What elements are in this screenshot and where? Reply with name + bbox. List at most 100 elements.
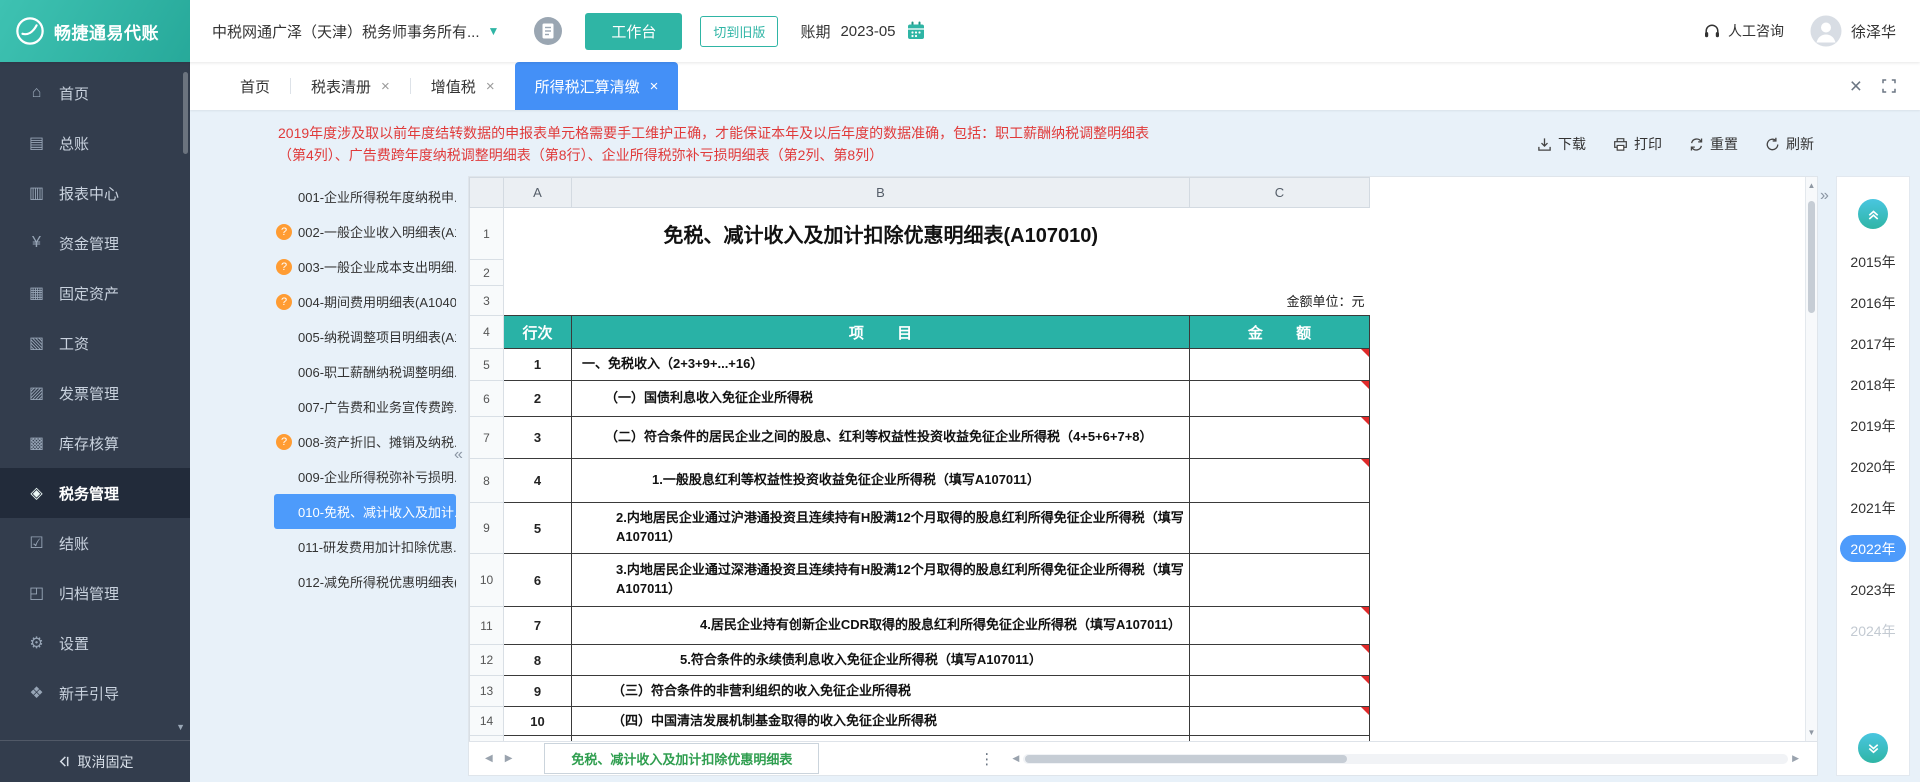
sidebar-scrollbar-thumb[interactable] [183, 72, 188, 154]
close-tab-icon[interactable]: × [486, 78, 495, 95]
sheet-toolbar: 下载 打印 重置 刷新 [1537, 134, 1814, 154]
help-icon[interactable]: ? [276, 433, 292, 450]
year-2017[interactable]: 2017年 [1850, 323, 1895, 364]
s idebar-item-settings[interactable]: ⚙ 设置 [0, 618, 190, 668]
memo-icon[interactable] [533, 16, 563, 46]
sidebar-item-payroll[interactable]: ▧ 工资 [0, 318, 190, 368]
year-2022[interactable]: 2022年 [1840, 535, 1906, 562]
close-icon[interactable]: × [1850, 76, 1862, 97]
sidebar-scroll-down-icon[interactable]: ▼ [176, 722, 185, 732]
scroll-years-up-button[interactable] [1858, 199, 1888, 229]
column-header: C [1189, 177, 1370, 208]
period-value[interactable]: 2023-05 [840, 23, 895, 40]
year-2024[interactable]: 2024年 [1850, 610, 1895, 651]
print-button[interactable]: 打印 [1613, 134, 1662, 154]
year-2023[interactable]: 2023年 [1850, 569, 1895, 610]
prev-sheet-button[interactable]: ◀ [479, 753, 499, 764]
help-icon[interactable]: ? [276, 293, 292, 310]
sheet-menu-icon[interactable]: ⋮ [979, 750, 994, 768]
year-2020[interactable]: 2020年 [1850, 446, 1895, 487]
form-item-003[interactable]: ? 003-一般企业成本支出明细... [274, 249, 456, 284]
fullscreen-icon[interactable] [1882, 79, 1896, 93]
refresh-button[interactable]: 刷新 [1765, 134, 1814, 154]
sidebar-item-guide[interactable]: ❖ 新手引导 [0, 668, 190, 718]
close-tab-icon[interactable]: × [381, 78, 390, 95]
form-item-002[interactable]: ? 002-一般企业收入明细表(A1... [274, 214, 456, 249]
fixed-assets-icon: ▦ [28, 285, 45, 302]
tab-home[interactable]: 首页 [220, 62, 290, 110]
form-item-007[interactable]: 007-广告费和业务宣传费跨... [274, 389, 456, 424]
tab-income-tax-settlement[interactable]: 所得税汇算清缴 × [514, 62, 679, 110]
amount-cell[interactable] [1189, 416, 1370, 459]
username: 徐泽华 [1850, 23, 1896, 41]
sidebar-item-invoice[interactable]: ▨ 发票管理 [0, 368, 190, 418]
year-2015[interactable]: 2015年 [1850, 241, 1895, 282]
form-item-001[interactable]: 001-企业所得税年度纳税申... [274, 179, 456, 214]
workbench-button[interactable]: 工作台 [585, 12, 683, 50]
scroll-left-icon[interactable]: ◀ [1008, 753, 1023, 764]
amount-cell[interactable] [1189, 380, 1370, 417]
company-selector[interactable]: 中税网通广泽（天津）税务师事务所有... ▼ [212, 21, 499, 42]
notice-row: 2019年度涉及取以前年度结转数据的申报表单元格需要手工维护正确，才能保证本年及… [274, 120, 1910, 168]
close-tab-icon[interactable]: × [650, 78, 659, 95]
tab-tax-form-list[interactable]: 税表清册 × [291, 62, 410, 110]
form-item-008[interactable]: ? 008-资产折旧、摊销及纳税... [274, 424, 456, 459]
form-item-005[interactable]: 005-纳税调整项目明细表(A1... [274, 319, 456, 354]
amount-cell[interactable] [1189, 675, 1370, 707]
print-icon [1614, 137, 1627, 151]
year-2018[interactable]: 2018年 [1850, 364, 1895, 405]
amount-cell[interactable] [1189, 553, 1370, 607]
year-2016[interactable]: 2016年 [1850, 282, 1895, 323]
scroll-down-icon[interactable]: ▼ [1806, 728, 1817, 737]
user-menu[interactable]: 徐泽华 [1810, 15, 1896, 47]
sidebar-item-funds[interactable]: ¥ 资金管理 [0, 218, 190, 268]
download-button[interactable]: 下载 [1537, 134, 1586, 154]
sidebar-item-closing[interactable]: ☑ 结账 [0, 518, 190, 568]
row-number: 3 [469, 285, 504, 316]
horizontal-scrollbar[interactable]: ◀ ▶ [1008, 753, 1803, 764]
settings-icon: ⚙ [29, 635, 44, 652]
form-item-009[interactable]: 009-企业所得税弥补亏损明... [274, 459, 456, 494]
help-icon[interactable]: ? [276, 223, 292, 240]
collapse-form-list-icon[interactable]: « [454, 446, 463, 464]
scroll-right-icon[interactable]: ▶ [1788, 753, 1803, 764]
switch-old-version-button[interactable]: 切到旧版 [700, 15, 779, 47]
form-item-010[interactable]: 010-免税、减计收入及加计... [274, 494, 456, 529]
form-item-011[interactable]: 011-研发费用加计扣除优惠... [274, 529, 456, 564]
sidebar-item-general-ledger[interactable]: ▤ 总账 [0, 118, 190, 168]
form-item-006[interactable]: 006-职工薪酬纳税调整明细... [274, 354, 456, 389]
calendar-icon[interactable] [906, 21, 926, 41]
reset-button[interactable]: 重置 [1689, 134, 1738, 154]
vertical-scrollbar-thumb[interactable] [1808, 201, 1815, 313]
year-2019[interactable]: 2019年 [1850, 405, 1895, 446]
support-link[interactable]: 人工咨询 [1703, 21, 1784, 41]
tab-vat[interactable]: 增值税 × [411, 62, 515, 110]
unpin-button[interactable]: 取消固定 [0, 740, 190, 782]
amount-cell[interactable] [1189, 502, 1370, 554]
scroll-up-icon[interactable]: ▲ [1806, 181, 1817, 190]
amount-cell[interactable] [1189, 606, 1370, 645]
body: ⌂ 首页 ▤ 总账 ▥ 报表中心 ¥ 资金管理 ▦ 固定资产 ▧ 工资 ▨ 发票管理 ▩ 库存核… [0, 62, 1920, 782]
unit-label: 金额单位：元 [503, 285, 1370, 316]
amount-cell[interactable] [1189, 644, 1370, 676]
expand-panel-icon[interactable]: » [1820, 187, 1829, 205]
row-number: 6 [469, 380, 504, 417]
form-item-004[interactable]: ? 004-期间费用明细表(A1040... [274, 284, 456, 319]
year-2021[interactable]: 2021年 [1850, 487, 1895, 528]
horizontal-scrollbar-thumb[interactable] [1025, 754, 1347, 763]
sidebar-item-home[interactable]: ⌂ 首页 [0, 68, 190, 118]
vertical-scrollbar[interactable]: ▲ ▼ [1805, 177, 1817, 741]
scroll-years-down-button[interactable] [1858, 733, 1888, 763]
next-sheet-button[interactable]: ▶ [499, 753, 519, 764]
help-icon[interactable]: ? [276, 258, 292, 275]
sidebar-item-tax-management[interactable]: ◈ 税务管理 [0, 468, 190, 518]
sheet-tab[interactable]: 免税、减计收入及加计扣除优惠明细表 [544, 743, 820, 774]
sidebar-item-archive[interactable]: ◰ 归档管理 [0, 568, 190, 618]
amount-cell[interactable] [1189, 458, 1370, 503]
sidebar-item-inventory[interactable]: ▩ 库存核算 [0, 418, 190, 468]
sidebar-item-fixed-assets[interactable]: ▦ 固定资产 [0, 268, 190, 318]
sidebar-item-report-center[interactable]: ▥ 报表中心 [0, 168, 190, 218]
amount-cell[interactable] [1189, 348, 1370, 381]
amount-cell[interactable] [1189, 706, 1370, 736]
form-item-012[interactable]: 012-减免所得税优惠明细表(... [274, 564, 456, 599]
